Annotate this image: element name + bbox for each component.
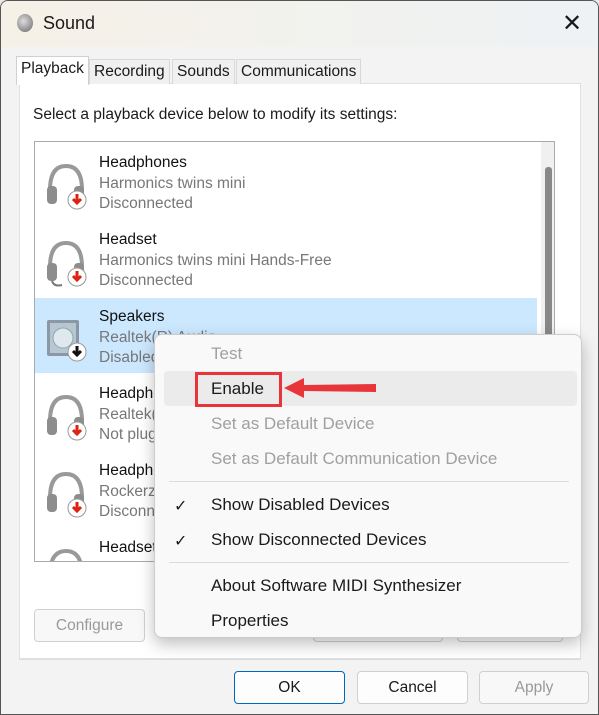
device-status: Disconnected [99, 195, 193, 212]
menu-item-properties[interactable]: Properties [211, 611, 288, 631]
sound-dialog: Sound ✕ Playback Recording Sounds Commun… [0, 0, 599, 715]
device-row[interactable]: Headset Harmonics twins mini Hands-Free Di… [35, 221, 537, 296]
headphones-icon [47, 394, 87, 441]
menu-item-set-as-default-communication-device[interactable]: Set as Default Communication Device [211, 449, 497, 469]
tab-sounds[interactable]: Sounds [172, 59, 235, 84]
close-icon[interactable]: ✕ [557, 9, 587, 39]
annotation-highlight-box [195, 372, 282, 407]
menu-item-set-as-default-device[interactable]: Set as Default Device [211, 414, 374, 434]
checkmark-icon: ✓ [174, 533, 188, 550]
device-description: Rockerz [99, 560, 156, 561]
annotation-arrow-icon [284, 378, 376, 398]
device-name: Speakers [99, 308, 165, 325]
instruction-text: Select a playback device below to modify… [33, 106, 398, 123]
tab-communications[interactable]: Communications [236, 59, 362, 84]
device-description: Harmonics twins mini [99, 175, 246, 192]
speaker-icon [47, 320, 87, 362]
device-name: Headset [99, 539, 157, 556]
device-status: Disconnected [99, 272, 193, 289]
device-row[interactable]: Headphones Harmonics twins mini Disconnect… [35, 144, 537, 219]
checkmark-icon: ✓ [174, 498, 188, 515]
title-bar: Sound ✕ [1, 1, 598, 47]
menu-item-show-disconnected-devices[interactable]: Show Disconnected Devices [211, 530, 426, 550]
apply-button[interactable]: Apply [479, 671, 589, 704]
device-name: Headset [99, 231, 157, 248]
menu-separator [169, 562, 569, 563]
menu-item-show-disabled-devices[interactable]: Show Disabled Devices [211, 495, 390, 515]
device-status: Disabled [99, 349, 160, 366]
menu-item-about-software-midi-synthesizer[interactable]: About Software MIDI Synthesizer [211, 576, 461, 596]
menu-separator [169, 481, 569, 482]
configure-button[interactable]: Configure [34, 609, 145, 642]
device-description: Rockerz [99, 483, 156, 500]
cancel-button[interactable]: Cancel [357, 671, 468, 704]
device-description: Harmonics twins mini Hands-Free [99, 252, 332, 269]
divider [19, 659, 581, 660]
tab-recording[interactable]: Recording [89, 59, 170, 84]
headset-icon [47, 240, 87, 287]
headphones-icon [47, 163, 87, 210]
device-name: Headphones [99, 154, 187, 171]
headphones-icon [47, 471, 87, 518]
speaker-icon [17, 14, 33, 32]
window-title: Sound [43, 13, 96, 33]
tab-playback[interactable]: Playback [16, 56, 89, 85]
menu-item-test[interactable]: Test [211, 344, 242, 364]
headset-icon [49, 548, 83, 561]
ok-button[interactable]: OK [234, 671, 345, 704]
